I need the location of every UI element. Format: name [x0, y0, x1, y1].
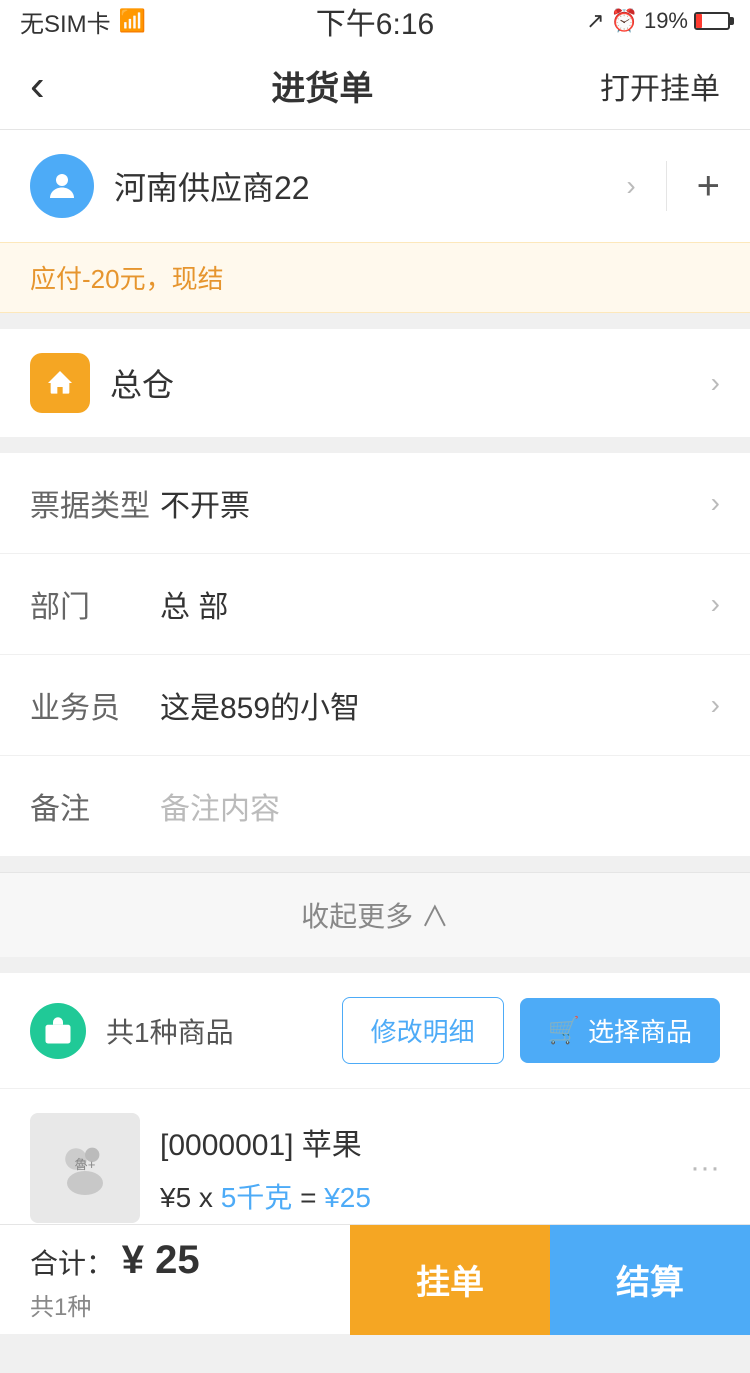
product-thumb-icon: 魯+: [55, 1138, 115, 1198]
warehouse-chevron-icon: ›: [711, 367, 720, 399]
invoice-type-label: 票据类型: [30, 481, 160, 525]
divider: [666, 161, 667, 211]
svg-text:魯+: 魯+: [75, 1157, 96, 1172]
select-product-button[interactable]: 🛒 选择商品: [520, 998, 720, 1063]
equals-sign: =: [300, 1182, 324, 1213]
invoice-type-row[interactable]: 票据类型 不开票 ›: [0, 453, 750, 554]
remark-row[interactable]: 备注 备注内容: [0, 756, 750, 856]
supplier-row[interactable]: 河南供应商22 › +: [0, 130, 750, 242]
product-price: ¥5 x 5千克 = ¥25: [160, 1176, 670, 1216]
total-area: 合计： ¥ 25 共1种: [0, 1238, 350, 1322]
supplier-avatar: [30, 154, 94, 218]
warehouse-section: 总仓 ›: [0, 329, 750, 437]
status-right: ↗ ⏰ 19%: [586, 8, 730, 34]
product-count-label: 共1种商品: [106, 1011, 342, 1051]
invoice-type-value: 不开票: [160, 481, 711, 525]
total-amount: ¥ 25: [122, 1238, 200, 1282]
cart-icon: 🛒: [548, 1015, 580, 1046]
remark-placeholder: 备注内容: [160, 784, 720, 828]
salesperson-label: 业务员: [30, 683, 160, 727]
remark-label: 备注: [30, 784, 160, 828]
location-icon: ↗: [586, 8, 604, 34]
signal-text: 无SIM卡: [20, 4, 111, 39]
battery-icon: [694, 12, 730, 30]
nav-bar: ‹ 进货单 打开挂单: [0, 42, 750, 130]
home-icon: [44, 367, 76, 399]
status-bar: 无SIM卡 📶 下午6:16 ↗ ⏰ 19%: [0, 0, 750, 42]
edit-detail-button[interactable]: 修改明细: [342, 997, 504, 1064]
status-left: 无SIM卡 📶: [20, 4, 146, 39]
product-title: 苹果: [302, 1129, 362, 1162]
total-count: 共1种: [30, 1287, 320, 1322]
form-section: 票据类型 不开票 › 部门 总 部 › 业务员 这是859的小智 › 备注 备注…: [0, 453, 750, 856]
warehouse-row[interactable]: 总仓 ›: [0, 329, 750, 437]
product-more-button[interactable]: ···: [690, 1151, 720, 1185]
product-info: [0000001] 苹果 ¥5 x 5千克 = ¥25: [160, 1120, 670, 1216]
bottom-bar: 合计： ¥ 25 共1种 挂单 结算: [0, 1224, 750, 1334]
salesperson-chevron-icon: ›: [711, 689, 720, 721]
main-content: 河南供应商22 › + 应付-20元，现结 总仓 › 票据类型 不开票 ›: [0, 130, 750, 1373]
invoice-chevron-icon: ›: [711, 487, 720, 519]
warehouse-icon: [30, 353, 90, 413]
open-pending-button[interactable]: 打开挂单: [600, 64, 720, 108]
total-label: 合计：: [30, 1248, 114, 1279]
product-id: [0000001]: [160, 1129, 302, 1162]
supplier-chevron-icon: ›: [626, 170, 635, 202]
payment-notice: 应付-20元，现结: [0, 242, 750, 313]
page-title: 进货单: [271, 61, 373, 110]
salesperson-row[interactable]: 业务员 这是859的小智 ›: [0, 655, 750, 756]
department-label: 部门: [30, 582, 160, 626]
status-time: 下午6:16: [316, 0, 434, 43]
product-thumbnail: 魯+: [30, 1113, 140, 1223]
products-section: 共1种商品 修改明细 🛒 选择商品 魯+ [0000001] 苹果: [0, 973, 750, 1247]
product-qty: 5千克: [221, 1182, 293, 1213]
wifi-icon: 📶: [119, 8, 146, 34]
warehouse-name: 总仓: [110, 360, 711, 406]
department-value: 总 部: [160, 582, 711, 626]
collapse-toggle-button[interactable]: 收起更多 ∧: [0, 872, 750, 957]
product-total: ¥25: [324, 1182, 371, 1213]
battery-percent: 19%: [644, 8, 688, 34]
department-chevron-icon: ›: [711, 588, 720, 620]
total-row: 合计： ¥ 25: [30, 1238, 320, 1283]
salesperson-value: 这是859的小智: [160, 683, 711, 727]
suspend-button[interactable]: 挂单: [350, 1225, 550, 1335]
product-name: [0000001] 苹果: [160, 1120, 670, 1164]
alarm-icon: ⏰: [611, 8, 638, 34]
department-row[interactable]: 部门 总 部 ›: [0, 554, 750, 655]
user-avatar-icon: [44, 168, 80, 204]
product-header: 共1种商品 修改明细 🛒 选择商品: [0, 973, 750, 1089]
product-icon: [30, 1003, 86, 1059]
select-product-label: 选择商品: [588, 1012, 692, 1049]
price-unit: ¥5 x: [160, 1182, 221, 1213]
shopping-bag-icon: [43, 1016, 73, 1046]
checkout-button[interactable]: 结算: [550, 1225, 750, 1335]
supplier-name: 河南供应商22: [114, 163, 626, 209]
back-button[interactable]: ‹: [30, 61, 45, 111]
supplier-section: 河南供应商22 › + 应付-20元，现结: [0, 130, 750, 313]
add-supplier-button[interactable]: +: [697, 164, 720, 209]
